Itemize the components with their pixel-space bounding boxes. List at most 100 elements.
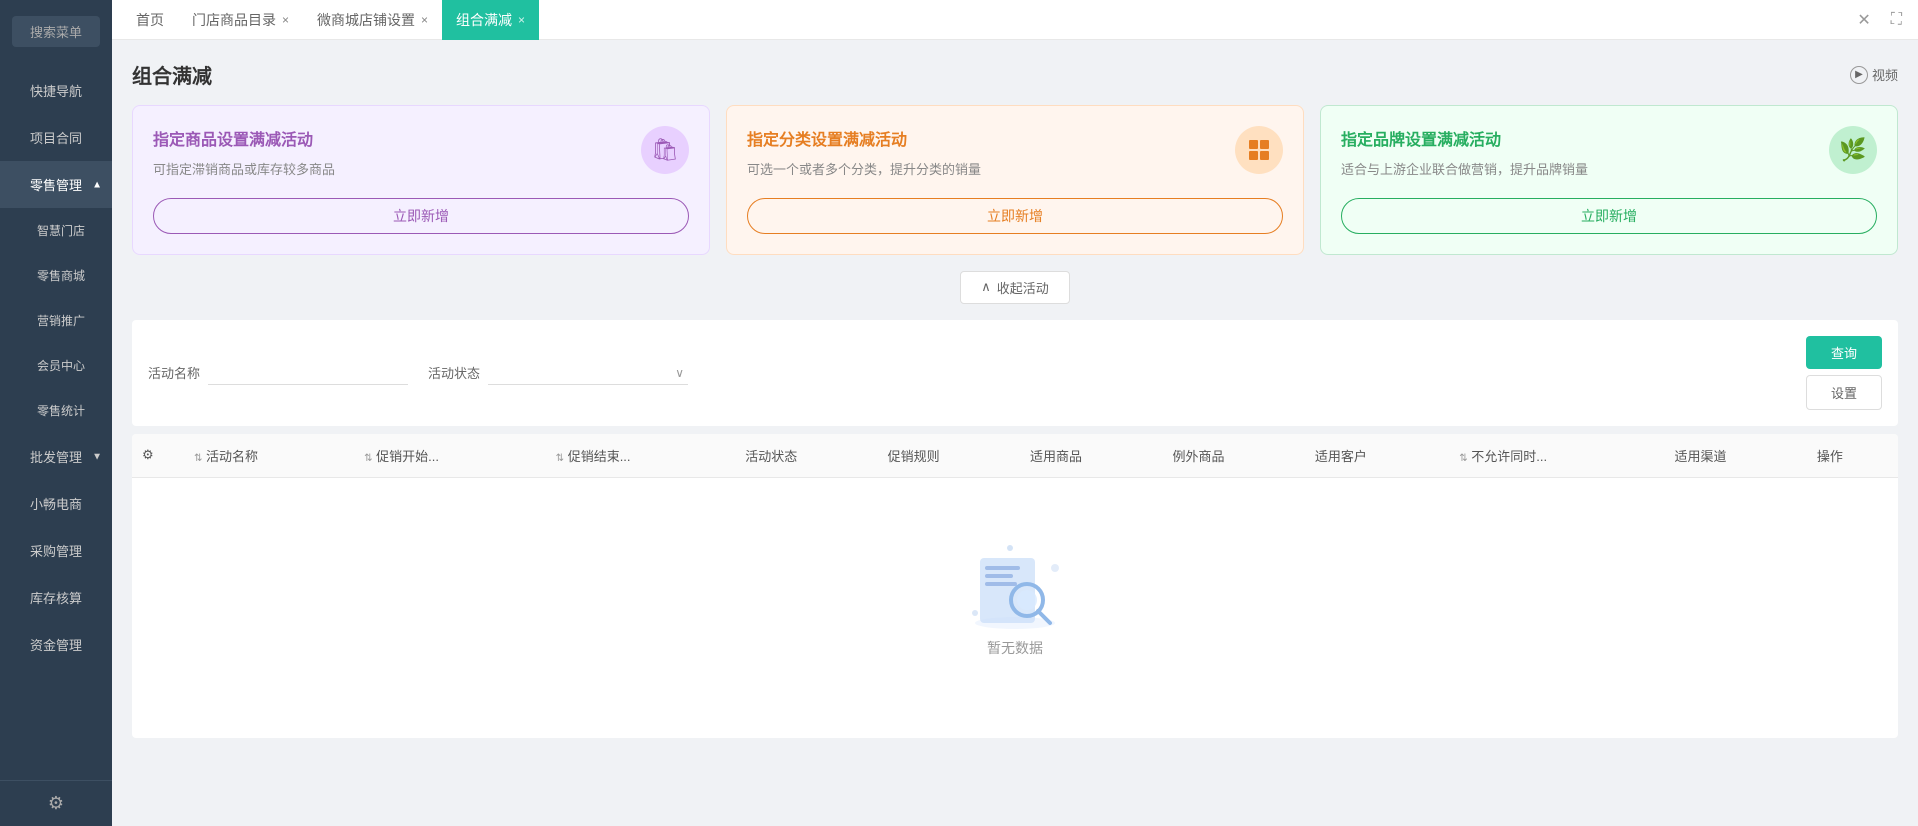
sidebar-item-retail-stats[interactable]: 零售统计: [0, 388, 112, 433]
chevron-down-icon: ▼: [92, 451, 102, 462]
table-body: 暂无数据: [132, 477, 1898, 738]
gear-icon[interactable]: ⚙: [0, 793, 112, 814]
tab-store-catalog-label: 门店商品目录: [192, 10, 276, 30]
tab-home-label: 首页: [136, 10, 164, 30]
sort-icon[interactable]: ⇅: [556, 453, 564, 464]
sort-icon[interactable]: ⇅: [194, 453, 202, 464]
video-link[interactable]: ▶ 视频: [1850, 65, 1898, 84]
page-content: 组合满减 ▶ 视频 🛍 指定商品设置满减活动 可指定滞销商品或库存较多商品 立即…: [112, 40, 1918, 826]
activity-status-label: 活动状态: [428, 363, 480, 382]
sort-icon[interactable]: ⇅: [1459, 453, 1467, 464]
activity-status-select[interactable]: 进行中 已结束 未开始: [488, 361, 688, 385]
search-actions: 查询 设置: [1806, 336, 1882, 410]
sidebar-item-smart-store[interactable]: 智慧门店: [0, 208, 112, 253]
empty-illustration: [955, 538, 1075, 638]
activity-cards: 🛍 指定商品设置满减活动 可指定滞销商品或库存较多商品 立即新增 指定分类设置满…: [132, 105, 1898, 255]
brand-add-button[interactable]: 立即新增: [1341, 198, 1877, 234]
sidebar-item-inventory[interactable]: 库存核算: [0, 574, 112, 621]
sidebar-item-finance[interactable]: 资金管理: [0, 621, 112, 668]
sidebar-item-purchase-mgmt[interactable]: 采购管理: [0, 527, 112, 574]
brand-card-desc: 适合与上游企业联合做营销，提升品牌销量: [1341, 160, 1877, 180]
close-tab-button[interactable]: ✕: [1851, 8, 1876, 32]
activity-name-input[interactable]: [208, 361, 408, 385]
settings-button[interactable]: 设置: [1806, 375, 1882, 410]
th-action: 操作: [1807, 434, 1898, 478]
th-promo-start: ⇅ 促销开始...: [352, 434, 544, 478]
th-applicable-customer: 适用客户: [1305, 434, 1447, 478]
category-add-button[interactable]: 立即新增: [747, 198, 1283, 234]
close-icon[interactable]: ×: [518, 14, 525, 26]
th-except-goods: 例外商品: [1162, 434, 1304, 478]
tab-home[interactable]: 首页: [122, 0, 178, 40]
play-icon: ▶: [1850, 66, 1868, 84]
sidebar-item-label: 零售管理: [30, 175, 82, 194]
sidebar-item-label: 小畅电商: [30, 494, 82, 513]
page-title: 组合满减: [132, 60, 212, 89]
sidebar-item-wholesale-mgmt[interactable]: 批发管理 ▼: [0, 433, 112, 480]
sidebar-item-marketing[interactable]: 营销推广: [0, 298, 112, 343]
brand-activity-card: 🌿 指定品牌设置满减活动 适合与上游企业联合做营销，提升品牌销量 立即新增: [1320, 105, 1898, 255]
th-activity-status: 活动状态: [735, 434, 877, 478]
search-area: 活动名称 活动状态 进行中 已结束 未开始 ∨: [132, 320, 1898, 426]
sidebar-item-project-contract[interactable]: 项目合同: [0, 114, 112, 161]
chevron-up-icon: ∧: [981, 279, 991, 295]
collapse-button[interactable]: ∧ 收起活动: [960, 271, 1070, 304]
table-header: ⚙ ⇅ 活动名称 ⇅ 促销开始... ⇅ 促销结束...: [132, 434, 1898, 478]
close-icon[interactable]: ×: [421, 14, 428, 26]
search-menu-button[interactable]: 搜索菜单: [12, 16, 100, 47]
th-applicable-channel: 适用渠道: [1665, 434, 1807, 478]
category-card-icon: [1235, 126, 1283, 174]
tab-store-catalog[interactable]: 门店商品目录 ×: [178, 0, 303, 40]
activity-status-field: 活动状态 进行中 已结束 未开始 ∨: [428, 361, 688, 385]
product-activity-card: 🛍 指定商品设置满减活动 可指定滞销商品或库存较多商品 立即新增: [132, 105, 710, 255]
brand-card-title: 指定品牌设置满减活动: [1341, 126, 1877, 150]
sidebar-item-quick-nav[interactable]: 快捷导航: [0, 67, 112, 114]
category-card-title: 指定分类设置满减活动: [747, 126, 1283, 150]
tabs-bar: 首页 门店商品目录 × 微商城店铺设置 × 组合满减 × ✕ ⛶: [112, 0, 1918, 40]
collapse-bar: ∧ 收起活动: [132, 271, 1898, 304]
data-table-container: ⚙ ⇅ 活动名称 ⇅ 促销开始... ⇅ 促销结束...: [132, 434, 1898, 738]
chevron-up-icon: ▲: [92, 179, 102, 190]
query-button[interactable]: 查询: [1806, 336, 1882, 369]
sidebar-item-retail-mall[interactable]: 零售商城: [0, 253, 112, 298]
gear-icon[interactable]: ⚙: [142, 447, 154, 462]
tab-wechat-settings-label: 微商城店铺设置: [317, 10, 415, 30]
tab-combo-discount-label: 组合满减: [456, 10, 512, 30]
sidebar-item-label: 批发管理: [30, 447, 82, 466]
maximize-button[interactable]: ⛶: [1885, 9, 1908, 31]
th-gear: ⚙: [132, 434, 182, 478]
page-header: 组合满减 ▶ 视频: [132, 60, 1898, 89]
category-card-desc: 可选一个或者多个分类，提升分类的销量: [747, 160, 1283, 180]
sidebar-item-label: 项目合同: [30, 128, 82, 147]
close-icon[interactable]: ×: [282, 14, 289, 26]
th-not-allow-same: ⇅ 不允许同时...: [1447, 434, 1664, 478]
main-area: 首页 门店商品目录 × 微商城店铺设置 × 组合满减 × ✕ ⛶ 组合满减 ▶ …: [112, 0, 1918, 826]
sidebar-item-xiao-chang[interactable]: 小畅电商: [0, 480, 112, 527]
tab-wechat-settings[interactable]: 微商城店铺设置 ×: [303, 0, 442, 40]
sidebar-item-label: 采购管理: [30, 541, 82, 560]
tabs-actions: ✕ ⛶: [1851, 8, 1908, 32]
video-label: 视频: [1872, 65, 1898, 84]
sidebar-item-label: 营销推广: [37, 312, 85, 329]
sidebar-item-label: 智慧门店: [37, 222, 85, 239]
collapse-label: 收起活动: [997, 278, 1049, 297]
category-activity-card: 指定分类设置满减活动 可选一个或者多个分类，提升分类的销量 立即新增: [726, 105, 1304, 255]
sidebar-item-label: 库存核算: [30, 588, 82, 607]
data-table: ⚙ ⇅ 活动名称 ⇅ 促销开始... ⇅ 促销结束...: [132, 434, 1898, 738]
product-add-button[interactable]: 立即新增: [153, 198, 689, 234]
activity-name-label: 活动名称: [148, 363, 200, 382]
sidebar-item-label: 会员中心: [37, 357, 85, 374]
sidebar-item-label: 快捷导航: [30, 81, 82, 100]
sidebar: 搜索菜单 快捷导航 项目合同 零售管理 ▲ 智慧门店 零售商城 营销推广 会员中…: [0, 0, 112, 826]
product-card-desc: 可指定滞销商品或库存较多商品: [153, 160, 689, 180]
sidebar-item-retail-mgmt[interactable]: 零售管理 ▲: [0, 161, 112, 208]
sidebar-item-label: 零售统计: [37, 402, 85, 419]
sidebar-item-member-center[interactable]: 会员中心: [0, 343, 112, 388]
sidebar-nav: 快捷导航 项目合同 零售管理 ▲ 智慧门店 零售商城 营销推广 会员中心 零售统…: [0, 67, 112, 780]
sidebar-item-label: 零售商城: [37, 267, 85, 284]
th-promo-rule: 促销规则: [878, 434, 1020, 478]
th-activity-name: ⇅ 活动名称: [182, 434, 352, 478]
brand-card-icon: 🌿: [1829, 126, 1877, 174]
sort-icon[interactable]: ⇅: [364, 453, 372, 464]
tab-combo-discount[interactable]: 组合满减 ×: [442, 0, 539, 40]
